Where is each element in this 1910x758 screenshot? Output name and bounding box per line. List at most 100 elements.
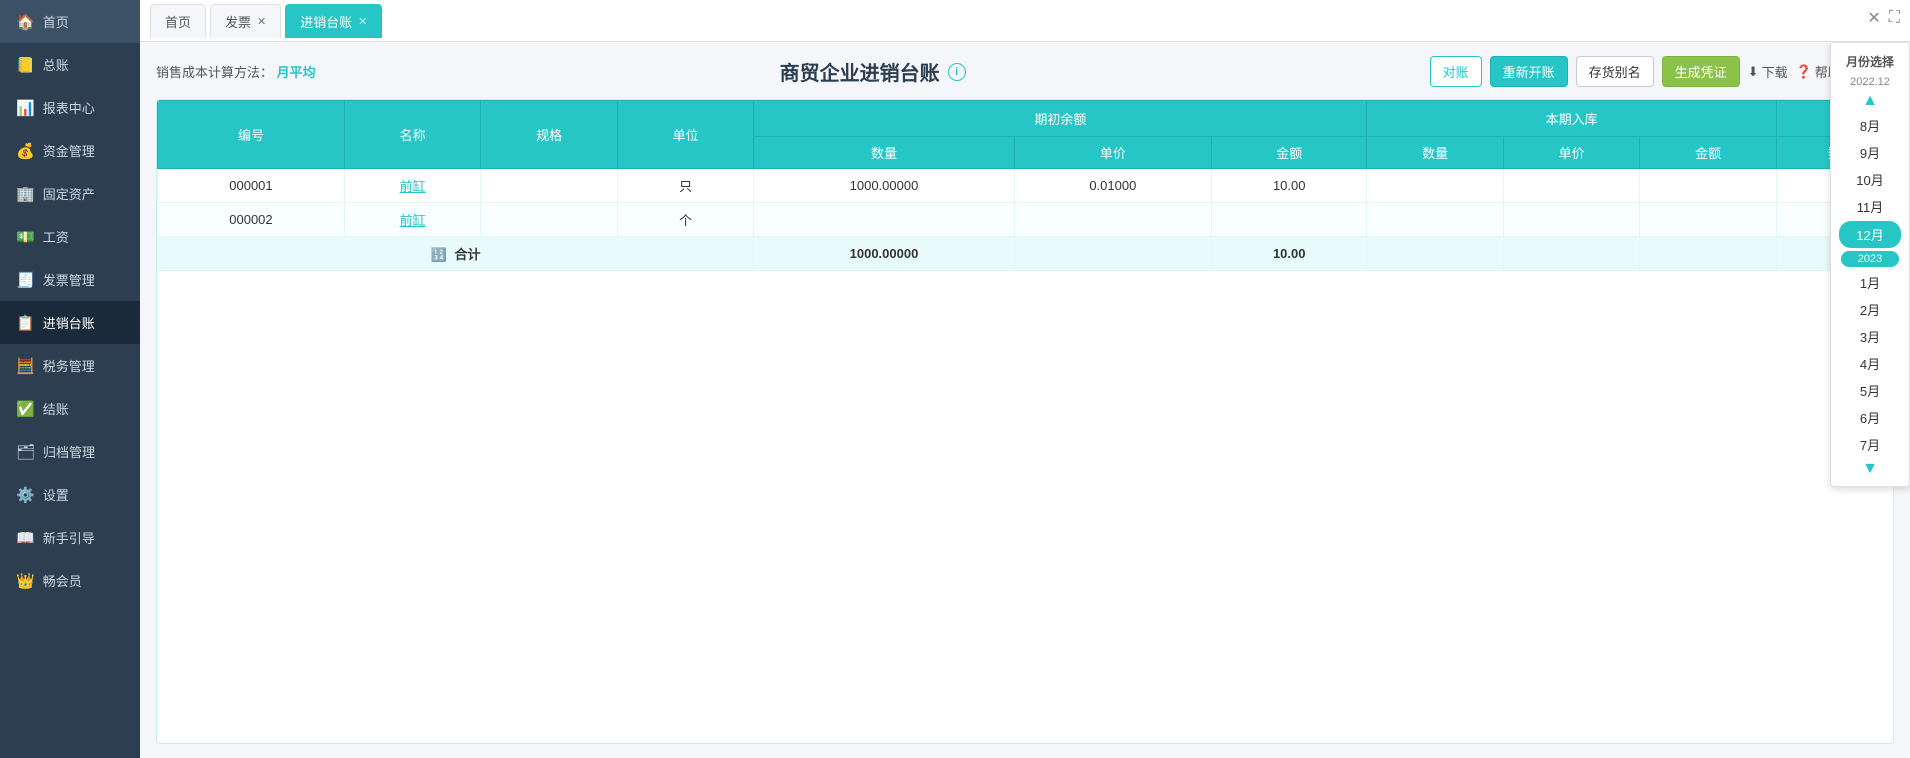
month-item-4[interactable]: 4月: [1831, 350, 1909, 377]
sidebar-item-purchase-sales[interactable]: 📋 进销台账: [0, 301, 140, 344]
col-open-amount: 金额: [1212, 137, 1367, 169]
total-in-price: [1503, 237, 1639, 271]
total-in-amount: [1640, 237, 1776, 271]
reopen-button[interactable]: 重新开账: [1490, 56, 1568, 87]
row-unit: 个: [617, 203, 753, 237]
tab-invoice[interactable]: 发票 ✕: [210, 4, 281, 38]
table-row: 000001 前缸 只 1000.00000 0.01000 10.00: [158, 169, 1893, 203]
total-open-qty: 1000.00000: [754, 237, 1014, 271]
month-item-8[interactable]: 8月: [1831, 112, 1909, 139]
sidebar-item-newbie[interactable]: 📖 新手引导: [0, 516, 140, 559]
row-open-qty: 1000.00000: [754, 169, 1014, 203]
invoice-icon: 🧾: [16, 271, 35, 289]
cost-method: 销售成本计算方法： 月平均: [156, 62, 316, 81]
month-item-2[interactable]: 2月: [1831, 296, 1909, 323]
row-code: 000001: [158, 169, 345, 203]
row-in-amount: [1640, 203, 1776, 237]
reports-icon: 📊: [16, 99, 35, 117]
col-in-qty: 数量: [1367, 137, 1503, 169]
sidebar-item-archive[interactable]: 🗂 归档管理: [0, 430, 140, 473]
save-alias-button[interactable]: 存货别名: [1576, 56, 1654, 87]
sidebar-item-fixed-assets[interactable]: 🏢 固定资产: [0, 172, 140, 215]
payroll-icon: 💵: [16, 228, 35, 246]
sidebar-item-payroll[interactable]: 💵 工资: [0, 215, 140, 258]
month-item-1[interactable]: 1月: [1831, 269, 1909, 296]
total-open-price: [1014, 237, 1211, 271]
sidebar-item-home[interactable]: 🏠 首页: [0, 0, 140, 43]
month-item-3[interactable]: 3月: [1831, 323, 1909, 350]
tab-home[interactable]: 首页: [150, 4, 206, 38]
close-window-button[interactable]: ✕: [1867, 8, 1880, 28]
month-item-12[interactable]: 12月: [1839, 221, 1901, 248]
month-item-6[interactable]: 6月: [1831, 404, 1909, 431]
ledger-icon: 📒: [16, 56, 35, 74]
month-item-9[interactable]: 9月: [1831, 139, 1909, 166]
newbie-icon: 📖: [16, 529, 35, 547]
download-button[interactable]: ⬇ 下载: [1748, 62, 1788, 81]
month-panel-title: 月份选择: [1838, 49, 1902, 74]
row-in-qty: [1367, 169, 1503, 203]
sidebar-item-tax-mgmt[interactable]: 🧮 税务管理: [0, 344, 140, 387]
info-icon[interactable]: i: [948, 63, 966, 81]
row-name[interactable]: 前缸: [344, 203, 480, 237]
reconcile-button[interactable]: 对账: [1430, 56, 1482, 87]
col-in-amount: 金额: [1640, 137, 1776, 169]
col-header-name: 名称: [344, 101, 480, 169]
row-open-amount: 10.00: [1212, 169, 1367, 203]
month-item-10[interactable]: 10月: [1831, 166, 1909, 193]
year-badge-2023: 2023: [1841, 251, 1899, 267]
tax-icon: 🧮: [16, 357, 35, 375]
row-open-amount: [1212, 203, 1367, 237]
col-open-price: 单价: [1014, 137, 1211, 169]
row-spec: [481, 203, 617, 237]
row-spec: [481, 169, 617, 203]
generate-voucher-button[interactable]: 生成凭证: [1662, 56, 1740, 87]
month-item-5[interactable]: 5月: [1831, 377, 1909, 404]
tab-invoice-close[interactable]: ✕: [257, 15, 266, 28]
month-nav-down[interactable]: ▼: [1862, 458, 1878, 480]
sidebar-item-fund-mgmt[interactable]: 💰 资金管理: [0, 129, 140, 172]
sidebar-item-general-ledger[interactable]: 📒 总账: [0, 43, 140, 86]
row-code: 000002: [158, 203, 345, 237]
month-item-7[interactable]: 7月: [1831, 431, 1909, 458]
vip-icon: 👑: [16, 572, 35, 590]
month-nav-up[interactable]: ▲: [1862, 90, 1878, 112]
window-controls: ✕ ⛶: [1867, 8, 1900, 28]
sidebar-item-checkout[interactable]: ✅ 结账: [0, 387, 140, 430]
help-icon: ❓: [1796, 64, 1812, 80]
month-panel: 月份选择 2022.12 ▲ 8月 9月 10月 11月 12月 2023 1月…: [1830, 42, 1910, 487]
row-open-price: [1014, 203, 1211, 237]
sidebar-item-vip[interactable]: 👑 畅会员: [0, 559, 140, 602]
maximize-window-button[interactable]: ⛶: [1889, 8, 1900, 28]
col-header-current-in: 本期入库: [1367, 101, 1776, 137]
checkout-icon: ✅: [16, 400, 35, 418]
purchase-sales-icon: 📋: [16, 314, 35, 332]
download-icon: ⬇: [1748, 64, 1759, 80]
tab-purchase-sales[interactable]: 进销台账 ✕: [285, 4, 382, 38]
row-unit: 只: [617, 169, 753, 203]
row-name[interactable]: 前缸: [344, 169, 480, 203]
row-in-price: [1503, 203, 1639, 237]
row-in-amount: [1640, 169, 1776, 203]
sidebar-item-invoice-mgmt[interactable]: 🧾 发票管理: [0, 258, 140, 301]
row-open-price: 0.01000: [1014, 169, 1211, 203]
top-bar: 销售成本计算方法： 月平均 商贸企业进销台账 i 对账 重新开账 存货别名 生成…: [156, 56, 1894, 87]
total-in-qty: [1367, 237, 1503, 271]
col-header-code: 编号: [158, 101, 345, 169]
total-open-amount: 10.00: [1212, 237, 1367, 271]
home-icon: 🏠: [16, 13, 35, 31]
tab-purchase-sales-close[interactable]: ✕: [358, 15, 367, 28]
col-header-unit: 单位: [617, 101, 753, 169]
month-item-11[interactable]: 11月: [1831, 193, 1909, 220]
main-table: 编号 名称 规格 单位 期初余额 本期入库 数量 单价 金额 数量 单价: [156, 99, 1894, 744]
sidebar-item-settings[interactable]: ⚙️ 设置: [0, 473, 140, 516]
fund-icon: 💰: [16, 142, 35, 160]
sidebar-item-reports[interactable]: 📊 报表中心: [0, 86, 140, 129]
tabs-bar: 首页 发票 ✕ 进销台账 ✕: [140, 0, 1910, 42]
row-in-price: [1503, 169, 1639, 203]
total-row: 🔢 合计 1000.00000 10.00: [158, 237, 1893, 271]
settings-icon: ⚙️: [16, 486, 35, 504]
col-open-qty: 数量: [754, 137, 1014, 169]
col-in-price: 单价: [1503, 137, 1639, 169]
action-buttons: 对账 重新开账 存货别名 生成凭证 ⬇ 下载 ❓ 帮助 🔄 刷新: [1430, 56, 1894, 87]
